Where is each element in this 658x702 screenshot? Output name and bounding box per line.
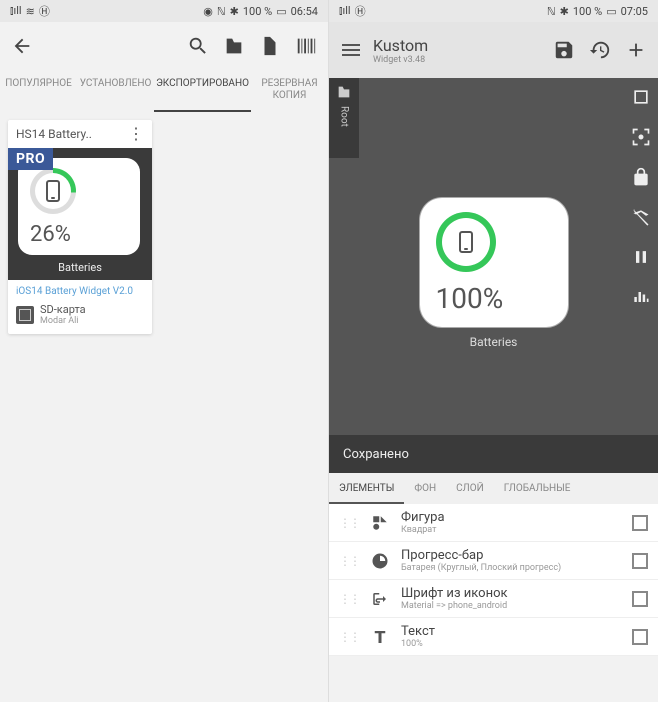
drag-handle-icon[interactable]: ⋮⋮ <box>339 630 359 644</box>
layer-subtitle: Батарея (Круглый, Плоский прогресс) <box>401 563 622 573</box>
hd-icon: Ⓗ <box>355 3 366 19</box>
layer-title: Прогресс-бар <box>401 548 622 563</box>
battery-percent-label: 100% <box>436 282 552 315</box>
app-title: Kustom <box>373 36 542 55</box>
layer-title: Текст <box>401 624 622 639</box>
stats-tool[interactable] <box>628 284 654 310</box>
layer-item[interactable]: ⋮⋮ Прогресс-барБатарея (Круглый, Плоский… <box>329 542 658 580</box>
layer-list: ⋮⋮ ФигураКвадрат ⋮⋮ Прогресс-барБатарея … <box>329 504 658 656</box>
widget-canvas[interactable]: 100% Batteries <box>420 198 568 349</box>
preview-caption: Batteries <box>18 261 142 274</box>
root-tab-label: Root <box>339 106 350 127</box>
pause-tool[interactable] <box>628 244 654 270</box>
battery-ring-icon <box>30 168 76 214</box>
back-button[interactable] <box>8 32 36 60</box>
signal-icon: ⫾ıll <box>10 4 22 18</box>
layer-title: Фигура <box>401 510 622 525</box>
phone-icon <box>46 180 60 202</box>
editor-stage[interactable]: Root 100% Batteries Сохранено <box>329 78 658 473</box>
clock: 07:05 <box>621 5 648 18</box>
app-subtitle: Widget v3.48 <box>373 55 542 65</box>
folder-button[interactable] <box>220 32 248 60</box>
drag-handle-icon[interactable]: ⋮⋮ <box>339 554 359 568</box>
tab-elements[interactable]: ЭЛЕМЕНТЫ <box>329 473 404 504</box>
editor-toolbar: Kustom Widget v3.48 <box>329 22 658 78</box>
tab-popular[interactable]: ПОПУЛЯРНОЕ <box>0 70 77 112</box>
saved-toast: Сохранено <box>329 435 658 473</box>
tab-globals[interactable]: ГЛОБАЛЬНЫЕ <box>494 473 581 504</box>
progress-icon <box>369 552 391 570</box>
battery-percent: 100 % <box>243 5 272 18</box>
right-screen: ⫾ıll Ⓗ ℕ ✱ 100 % ▭ 07:05 Kustom Widget v… <box>329 0 658 702</box>
layer-checkbox[interactable] <box>632 515 648 531</box>
battery-percent: 100 % <box>573 5 602 18</box>
card-preview: PRO 26% Batteries <box>8 148 152 280</box>
card-menu-button[interactable]: ⋮ <box>128 126 144 142</box>
tab-exported[interactable]: ЭКСПОРТИРОВАНО <box>154 70 251 112</box>
nfc-icon: ℕ <box>217 5 226 18</box>
layer-item[interactable]: ⋮⋮ Шрифт из иконокMaterial => phone_andr… <box>329 580 658 618</box>
battery-icon: ▭ <box>276 5 286 18</box>
layer-checkbox[interactable] <box>632 553 648 569</box>
add-button[interactable] <box>622 36 650 64</box>
save-button[interactable] <box>550 36 578 64</box>
wifi-icon: ≋ <box>26 5 35 18</box>
canvas-caption: Batteries <box>420 335 568 349</box>
sd-card-icon <box>16 306 34 324</box>
center-tool[interactable] <box>628 124 654 150</box>
tab-backup[interactable]: РЕЗЕРВНАЯ КОПИЯ <box>251 70 328 112</box>
layer-subtitle: Квадрат <box>401 525 622 535</box>
layer-subtitle: 100% <box>401 639 622 649</box>
layer-checkbox[interactable] <box>632 591 648 607</box>
shape-icon <box>369 514 391 532</box>
lock-tool[interactable] <box>628 164 654 190</box>
layer-checkbox[interactable] <box>632 629 648 645</box>
signal-icon: ⫾ıll <box>339 4 351 18</box>
eye-icon: ◉ <box>203 5 213 18</box>
layer-item[interactable]: ⋮⋮ Текст100% <box>329 618 658 656</box>
history-button[interactable] <box>586 36 614 64</box>
category-tabs: ПОПУЛЯРНОЕ УСТАНОВЛЕНО ЭКСПОРТИРОВАНО РЕ… <box>0 70 328 112</box>
hd-icon: Ⓗ <box>39 3 50 19</box>
tab-installed[interactable]: УСТАНОВЛЕНО <box>77 70 154 112</box>
folder-icon <box>336 84 352 100</box>
battery-icon: ▭ <box>606 5 616 18</box>
bounds-tool[interactable] <box>628 84 654 110</box>
status-bar: ⫾ıll Ⓗ ℕ ✱ 100 % ▭ 07:05 <box>329 0 658 22</box>
card-location: SD-карта <box>40 303 86 316</box>
barcode-button[interactable] <box>292 32 320 60</box>
text-icon <box>369 628 391 646</box>
file-button[interactable] <box>256 32 284 60</box>
tab-layer[interactable]: СЛОЙ <box>446 473 494 504</box>
toolbar <box>0 22 328 70</box>
card-meta-title: iOS14 Battery Widget V2.0 <box>16 286 144 297</box>
search-button[interactable] <box>184 32 212 60</box>
drag-handle-icon[interactable]: ⋮⋮ <box>339 592 359 606</box>
stage-tools <box>628 84 654 310</box>
battery-percent-label: 26% <box>30 222 128 247</box>
card-title: HS14 Battery.. <box>16 127 128 141</box>
root-tab[interactable]: Root <box>329 78 359 158</box>
iconfont-icon <box>369 590 391 608</box>
bluetooth-icon: ✱ <box>230 5 239 18</box>
card-author: Modar Ali <box>40 316 86 326</box>
layer-item[interactable]: ⋮⋮ ФигураКвадрат <box>329 504 658 542</box>
layers-off-tool[interactable] <box>628 204 654 230</box>
layer-title: Шрифт из иконок <box>401 586 622 601</box>
left-screen: ⫾ıll ≋ Ⓗ ◉ ℕ ✱ 100 % ▭ 06:54 <box>0 0 329 702</box>
nfc-icon: ℕ <box>547 5 556 18</box>
battery-ring-icon <box>436 212 496 272</box>
status-bar: ⫾ıll ≋ Ⓗ ◉ ℕ ✱ 100 % ▭ 06:54 <box>0 0 328 22</box>
tab-background[interactable]: ФОН <box>404 473 446 504</box>
widget-card[interactable]: HS14 Battery.. ⋮ PRO 26% Batteries iOS14… <box>8 120 152 334</box>
drag-handle-icon[interactable]: ⋮⋮ <box>339 516 359 530</box>
phone-icon <box>459 231 473 253</box>
menu-button[interactable] <box>337 36 365 64</box>
bluetooth-icon: ✱ <box>560 5 569 18</box>
editor-tabs: ЭЛЕМЕНТЫ ФОН СЛОЙ ГЛОБАЛЬНЫЕ <box>329 473 658 504</box>
pro-badge: PRO <box>8 148 53 170</box>
clock: 06:54 <box>291 5 318 18</box>
layer-subtitle: Material => phone_android <box>401 601 622 611</box>
